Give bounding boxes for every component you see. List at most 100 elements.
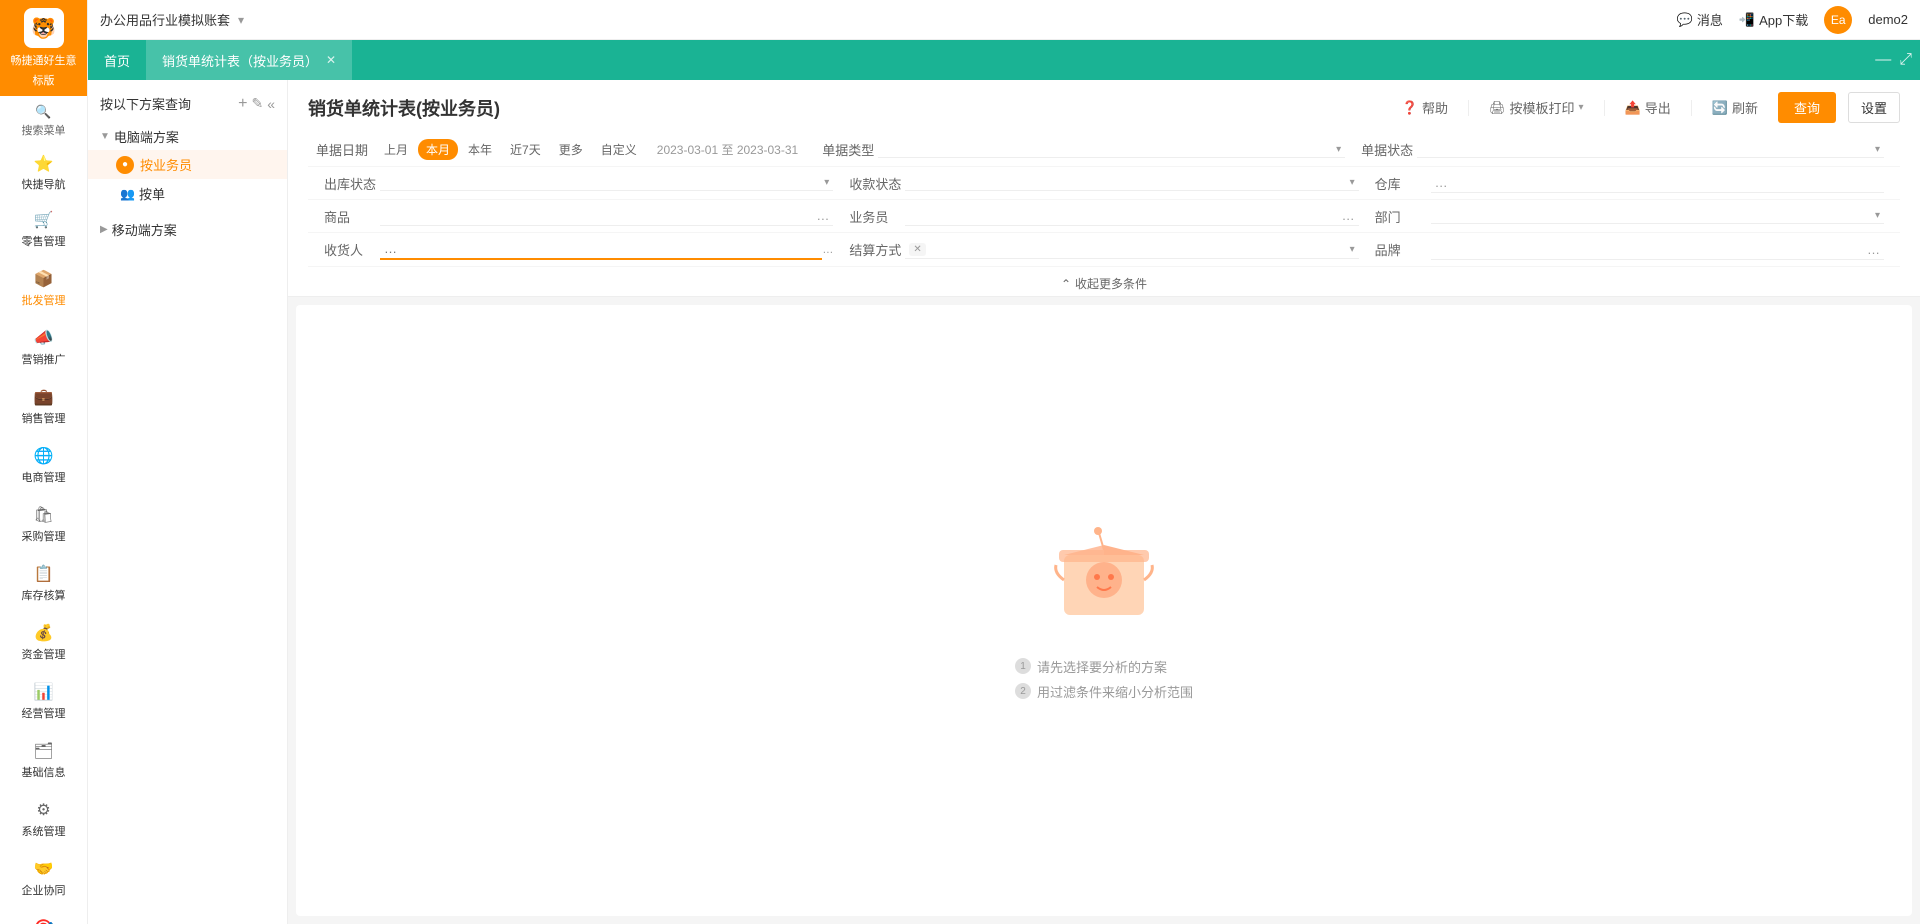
settlement-label: 结算方式	[849, 240, 905, 259]
ecommerce-icon: 🌐	[34, 446, 54, 466]
product-more: …	[816, 208, 829, 223]
sidebar-item-business[interactable]: 📊 经营管理	[0, 672, 87, 731]
print-dropdown-icon: ▾	[1579, 102, 1584, 113]
scheme-mobile-arrow: ▶	[100, 224, 108, 235]
sidebar: 🐯 畅捷通好生意 标版 🔍 搜索菜单 ⭐ 快捷导航 🛒 零售管理 📦 批发管理 …	[0, 0, 88, 924]
date-tab-last-month[interactable]: 上月	[376, 139, 416, 160]
scheme-panel-title: 按以下方案查询	[100, 94, 191, 113]
settlement-select[interactable]: ✕ ▾	[905, 241, 1358, 259]
sidebar-item-inventory[interactable]: 📋 库存核算	[0, 554, 87, 613]
tab-home[interactable]: 首页	[88, 40, 146, 80]
settlement-tag-close[interactable]: ✕	[913, 244, 921, 255]
scheme-edit-btn[interactable]: ✎	[251, 95, 263, 112]
logo-text: 畅捷通好生意	[11, 52, 77, 68]
query-btn[interactable]: 查询	[1778, 92, 1836, 123]
sidebar-item-retail[interactable]: 🛒 零售管理	[0, 200, 87, 259]
topbar-dropdown-icon[interactable]: ▾	[238, 13, 244, 27]
scheme-item-by-salesperson[interactable]: ● 按业务员	[88, 150, 287, 179]
payment-select[interactable]: ▾	[905, 175, 1358, 191]
warehouse-label: 仓库	[1375, 174, 1431, 193]
tabbar-maximize-btn[interactable]: ⤢	[1899, 51, 1912, 69]
sidebar-item-sales[interactable]: 💼 销售管理	[0, 377, 87, 436]
refresh-btn[interactable]: 🔄 刷新	[1704, 94, 1766, 121]
print-btn[interactable]: 🖨 按模板打印 ▾	[1481, 94, 1592, 121]
sidebar-item-label-inventory: 库存核算	[22, 587, 66, 603]
user-avatar[interactable]: Ea	[1824, 6, 1852, 34]
sidebar-item-label-marketing: 营销推广	[22, 351, 66, 367]
order-status-filter: 单据状态 ▾	[1353, 140, 1892, 159]
sidebar-item-label-basic: 基础信息	[22, 764, 66, 780]
tab-close-icon[interactable]: ✕	[326, 53, 336, 67]
export-btn[interactable]: 📤 导出	[1617, 94, 1679, 121]
sidebar-item-purchase[interactable]: 🛍 采购管理	[0, 495, 87, 554]
sidebar-logo[interactable]: 🐯 畅捷通好生意 标版	[0, 0, 87, 96]
product-select[interactable]: …	[380, 206, 833, 226]
scheme-item-by-order[interactable]: 👥 按单	[88, 179, 287, 208]
scheme-item-salesperson-label: 按业务员	[140, 155, 192, 174]
salesperson-select[interactable]: …	[905, 206, 1358, 226]
sidebar-item-label-retail: 零售管理	[22, 233, 66, 249]
help-btn[interactable]: ❓ 帮助	[1394, 94, 1456, 121]
sidebar-item-wholesale[interactable]: 📦 批发管理	[0, 259, 87, 318]
topbar: 办公用品行业模拟账套 ▾ 💬 消息 📲 App下载 Ea demo2	[88, 0, 1920, 40]
date-tab-7days[interactable]: 近7天	[502, 139, 549, 160]
outbound-select[interactable]: ▾	[380, 175, 833, 191]
filter-row-3: 商品 … 业务员 … 部门	[308, 200, 1900, 233]
warehouse-select[interactable]: …	[1431, 173, 1884, 193]
divider-2	[1604, 100, 1605, 116]
quick-nav-item[interactable]: ⭐ 快捷导航	[0, 146, 87, 200]
scheme-group-desktop-header[interactable]: ▼ 电脑端方案	[88, 123, 287, 150]
page-title-row: 销货单统计表(按业务员) ❓ 帮助 🖨 按模板打印 ▾	[308, 92, 1900, 123]
tabbar-minimize-btn[interactable]: —	[1875, 51, 1891, 69]
refresh-icon: 🔄	[1712, 100, 1728, 116]
sidebar-item-enterprise[interactable]: 🤝 企业协同	[0, 849, 87, 908]
empty-step-1: 1 请先选择要分析的方案	[1015, 657, 1193, 676]
consignee-more-btn[interactable]: …	[822, 244, 833, 256]
date-tab-this-month[interactable]: 本月	[418, 139, 458, 160]
empty-step-2: 2 用过滤条件来缩小分析范围	[1015, 682, 1193, 701]
app-download-btn[interactable]: 📲 App下载	[1739, 10, 1808, 29]
sidebar-item-finance[interactable]: 💰 资金管理	[0, 613, 87, 672]
refresh-label: 刷新	[1732, 98, 1758, 117]
department-filter: 部门 ▾	[1367, 207, 1892, 226]
message-btn[interactable]: 💬 消息	[1677, 10, 1723, 29]
order-type-select[interactable]: ▾	[878, 142, 1345, 158]
message-label: 消息	[1697, 10, 1723, 29]
settlement-filter: 结算方式 ✕ ▾	[841, 240, 1366, 259]
date-filter-group: 单据日期 上月 本月 本年 近7天 更多 自定义 2023-03-01 至 20…	[316, 139, 814, 160]
main-area: 办公用品行业模拟账套 ▾ 💬 消息 📲 App下载 Ea demo2 首页 销货…	[88, 0, 1920, 924]
scheme-group-desktop-label: 电脑端方案	[114, 127, 179, 146]
date-tab-this-year[interactable]: 本年	[460, 139, 500, 160]
print-label: 按模板打印	[1510, 98, 1575, 117]
empty-text: 1 请先选择要分析的方案 2 用过滤条件来缩小分析范围	[1015, 657, 1193, 707]
brand-select[interactable]: …	[1431, 240, 1884, 260]
search-menu-item[interactable]: 🔍 搜索菜单	[0, 96, 87, 146]
user-name[interactable]: demo2	[1868, 12, 1908, 27]
export-icon: 📤	[1625, 100, 1641, 116]
sidebar-item-label-sales: 销售管理	[22, 410, 66, 426]
order-status-select[interactable]: ▾	[1417, 142, 1884, 158]
quick-nav-label: 快捷导航	[22, 176, 66, 192]
scheme-add-btn[interactable]: +	[238, 95, 247, 113]
date-tab-custom[interactable]: 自定义	[593, 139, 645, 160]
collapse-filters-btn[interactable]: ⌃ 收起更多条件	[308, 267, 1900, 296]
scheme-group-mobile-header[interactable]: ▶ 移动端方案	[88, 216, 287, 243]
brand-label: 品牌	[1375, 240, 1431, 259]
sidebar-item-marketing[interactable]: 📣 营销推广	[0, 318, 87, 377]
consignee-input[interactable]	[380, 239, 822, 260]
settings-btn[interactable]: 设置	[1848, 92, 1900, 123]
scheme-group-arrow: ▼	[100, 131, 110, 142]
sidebar-item-system[interactable]: ⚙ 系统管理	[0, 790, 87, 849]
sidebar-item-basic[interactable]: 🗂 基础信息	[0, 731, 87, 790]
app-download-icon: 📲	[1739, 12, 1755, 28]
department-select[interactable]: ▾	[1431, 208, 1884, 224]
tab-sales-stat[interactable]: 销货单统计表（按业务员） ✕	[146, 40, 352, 80]
scheme-group-mobile: ▶ 移动端方案	[88, 212, 287, 247]
scheme-panel-header: 按以下方案查询 + ✎ «	[88, 88, 287, 119]
sidebar-item-ecommerce[interactable]: 🌐 电商管理	[0, 436, 87, 495]
scheme-collapse-btn[interactable]: «	[267, 96, 275, 112]
date-tab-more[interactable]: 更多	[551, 139, 591, 160]
sidebar-item-newbie[interactable]: 🎯 新手引导	[0, 908, 87, 924]
topbar-left: 办公用品行业模拟账套 ▾	[100, 10, 244, 29]
tab-home-label: 首页	[104, 51, 130, 70]
